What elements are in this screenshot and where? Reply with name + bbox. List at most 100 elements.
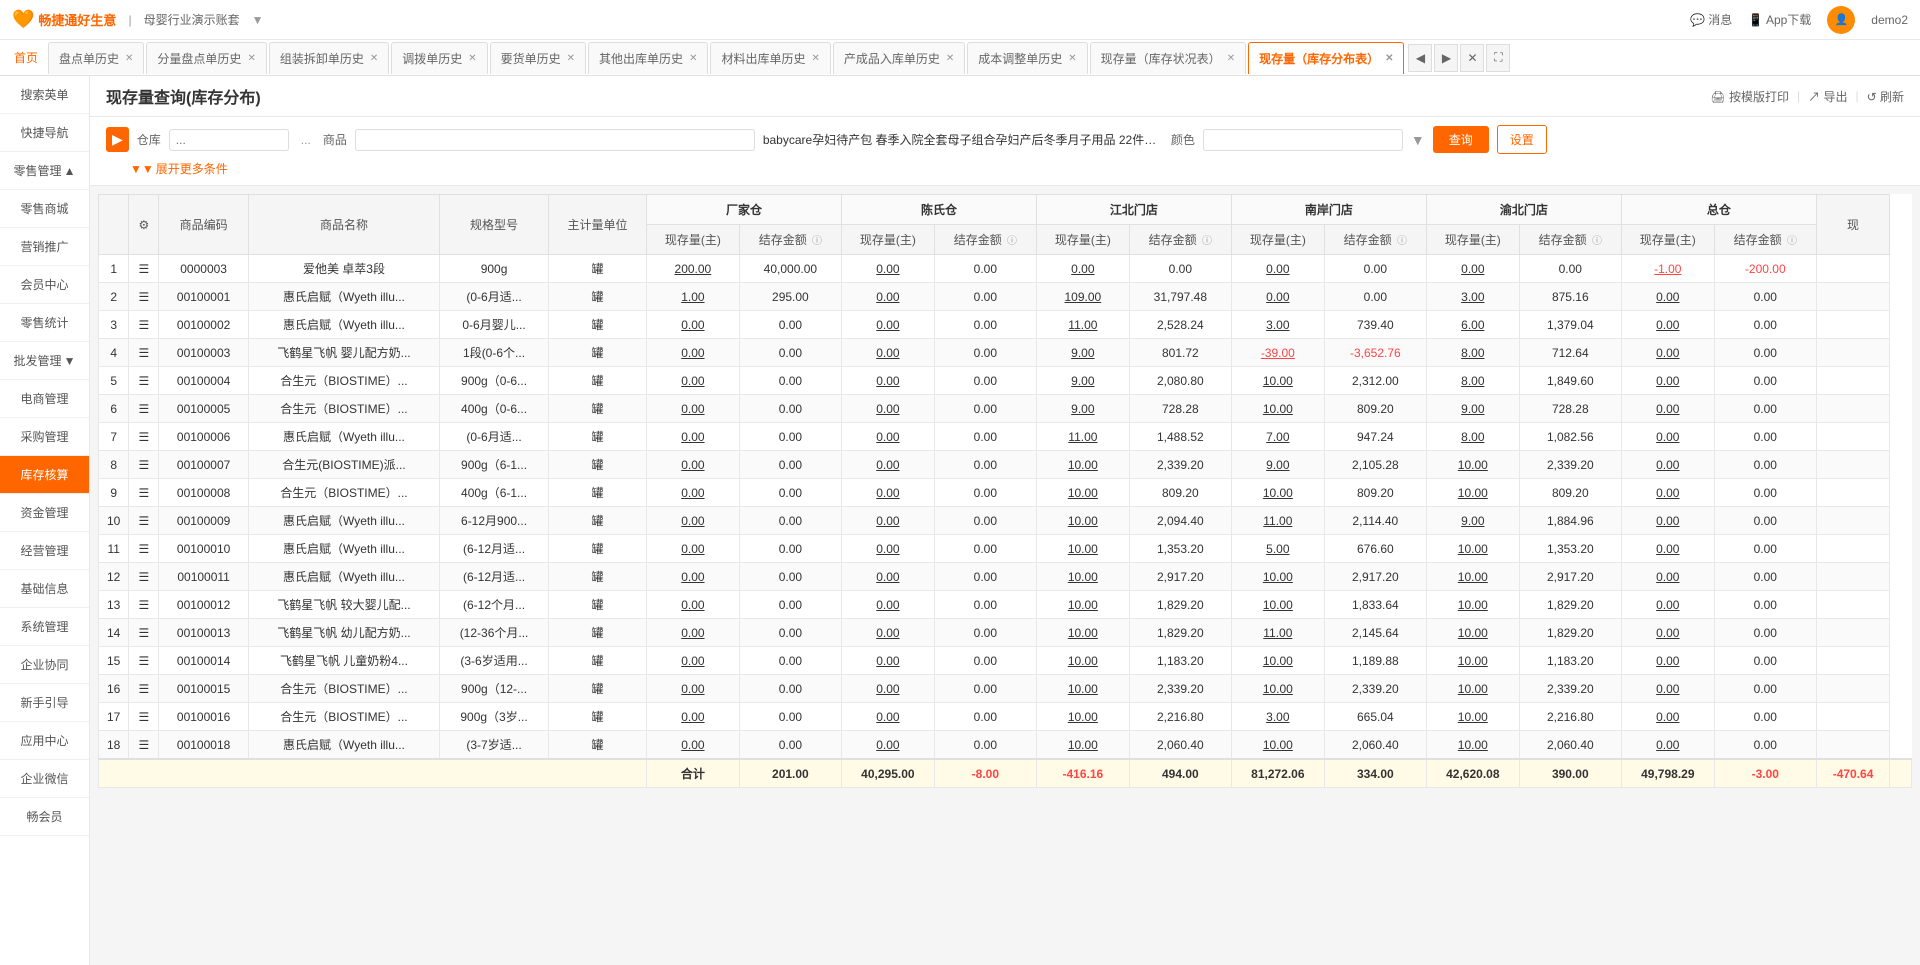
color-dropdown-btn[interactable]: ▼ [1411, 132, 1425, 148]
tab-close-cailiaochu[interactable]: ✕ [811, 53, 819, 64]
sidebar: 搜索英单 快捷导航 零售管理 ▲ 零售商城 营销推广 会员中心 零售统计 批发管… [0, 76, 90, 965]
goods-label: 商品 [323, 131, 347, 148]
table-row: 3☰00100002惠氏启赋（Wyeth illu...0-6月婴儿...罐0.… [99, 311, 1912, 339]
goods-value-display: babycare孕妇待产包 春季入院全套母子组合孕妇产后冬季月子用品 22件套 … [763, 131, 1163, 148]
sidebar-item-guide[interactable]: 新手引导 [0, 684, 89, 722]
sidebar-item-retail-mgmt[interactable]: 零售管理 ▲ [0, 152, 89, 190]
tab-close-chengpinru[interactable]: ✕ [946, 53, 954, 64]
th-chenshi-current: 现存量(主) [841, 225, 934, 255]
tab-home[interactable]: 首页 [4, 42, 48, 74]
row-gear[interactable]: ☰ [129, 591, 159, 619]
row-gear[interactable]: ☰ [129, 283, 159, 311]
tab-close-zuche[interactable]: ✕ [370, 53, 378, 64]
tab-chengpinru[interactable]: 产成品入库单历史 ✕ [833, 42, 965, 74]
sidebar-item-collab[interactable]: 企业协同 [0, 646, 89, 684]
row-gear[interactable]: ☰ [129, 507, 159, 535]
row-gear[interactable]: ☰ [129, 563, 159, 591]
tab-close-panding[interactable]: ✕ [125, 53, 133, 64]
sidebar-item-wholesale[interactable]: 批发管理 ▼ [0, 342, 89, 380]
total-row: 合计201.0040,295.00-8.00-416.16494.0081,27… [99, 759, 1912, 788]
tab-qita[interactable]: 其他出库单历史 ✕ [588, 42, 708, 74]
tab-close-all-btn[interactable]: ✕ [1460, 44, 1484, 72]
row-gear[interactable]: ☰ [129, 451, 159, 479]
app-btn[interactable]: 📱 App下载 [1748, 11, 1811, 28]
warehouse-label: 仓库 [137, 131, 161, 148]
row-gear[interactable]: ☰ [129, 255, 159, 283]
sidebar-item-retail-mall[interactable]: 零售商城 [0, 190, 89, 228]
tab-panding[interactable]: 盘点单历史 ✕ [48, 42, 144, 74]
sidebar-item-purchase[interactable]: 采购管理 [0, 418, 89, 456]
row-gear[interactable]: ☰ [129, 535, 159, 563]
table-container[interactable]: ⚙ 商品编码 商品名称 规格型号 主计量单位 厂家仓 陈氏仓 江北门店 南岸门店… [90, 186, 1920, 965]
setting-btn[interactable]: 设置 [1497, 125, 1547, 154]
sidebar-item-nav[interactable]: 快捷导航 [0, 114, 89, 152]
tab-fullscreen-btn[interactable]: ⛶ [1486, 44, 1510, 72]
sidebar-item-search[interactable]: 搜索英单 [0, 76, 89, 114]
table-row: 1☰0000003爱他美 卓萃3段900g罐200.0040,000.000.0… [99, 255, 1912, 283]
tab-close-chengtiaoz[interactable]: ✕ [1068, 53, 1076, 64]
refresh-btn[interactable]: ↺ 刷新 [1867, 88, 1904, 105]
sidebar-item-wechat[interactable]: 企业微信 [0, 760, 89, 798]
sidebar-item-system[interactable]: 系统管理 [0, 608, 89, 646]
row-gear[interactable]: ☰ [129, 339, 159, 367]
tab-zuche[interactable]: 组装拆卸单历史 ✕ [269, 42, 389, 74]
th-chenshi-amount: 结存金额 ⓘ [934, 225, 1036, 255]
top-bar-right: 💬 消息 📱 App下载 👤 demo2 [1690, 6, 1908, 34]
warehouse-input[interactable] [169, 129, 289, 151]
sidebar-item-inventory[interactable]: 库存核算 [0, 456, 89, 494]
tab-yaohuo[interactable]: 要货单历史 ✕ [490, 42, 586, 74]
sidebar-item-member2[interactable]: 畅会员 [0, 798, 89, 836]
table-row: 13☰00100012飞鹤星飞帆 较大婴儿配...(6-12个月...罐0.00… [99, 591, 1912, 619]
table-row: 8☰00100007合生元(BIOSTIME)派...900g（6-1...罐0… [99, 451, 1912, 479]
th-nanan: 南岸门店 [1231, 195, 1426, 225]
color-input[interactable] [1203, 129, 1403, 151]
print-btn[interactable]: 🖨 按模版打印 [1710, 88, 1789, 105]
tab-kucunzhuangkuang[interactable]: 现存量（库存状况表） ✕ [1090, 42, 1246, 74]
goods-input[interactable] [355, 129, 755, 151]
row-gear[interactable]: ☰ [129, 311, 159, 339]
sidebar-item-retail-stats[interactable]: 零售统计 [0, 304, 89, 342]
row-gear[interactable]: ☰ [129, 703, 159, 731]
th-nanan-current: 现存量(主) [1231, 225, 1324, 255]
table-body: 1☰0000003爱他美 卓萃3段900g罐200.0040,000.000.0… [99, 255, 1912, 788]
filter-collapse-btn[interactable]: ▶ [106, 127, 129, 152]
tab-diaopo[interactable]: 调拨单历史 ✕ [391, 42, 487, 74]
row-gear[interactable]: ☰ [129, 675, 159, 703]
sidebar-item-finance[interactable]: 资金管理 [0, 494, 89, 532]
tab-next-btn[interactable]: ▶ [1434, 44, 1458, 72]
row-gear[interactable]: ☰ [129, 619, 159, 647]
th-nanan-amount: 结存金额 ⓘ [1324, 225, 1426, 255]
th-spec: 规格型号 [440, 195, 549, 255]
row-gear[interactable]: ☰ [129, 731, 159, 760]
tab-close-qita[interactable]: ✕ [689, 53, 697, 64]
table-row: 5☰00100004合生元（BIOSTIME）...900g（0-6...罐0.… [99, 367, 1912, 395]
sidebar-item-basic[interactable]: 基础信息 [0, 570, 89, 608]
sidebar-item-ops[interactable]: 经营管理 [0, 532, 89, 570]
sidebar-item-ecommerce[interactable]: 电商管理 [0, 380, 89, 418]
expand-conditions-btn[interactable]: ▼▼ 展开更多条件 [130, 160, 228, 177]
tab-kucunfenbu[interactable]: 现存量（库存分布表） ✕ [1248, 42, 1404, 74]
tab-close-yaohuo[interactable]: ✕ [567, 53, 575, 64]
row-gear[interactable]: ☰ [129, 647, 159, 675]
tab-fenpanding[interactable]: 分量盘点单历史 ✕ [146, 42, 266, 74]
tab-chengtiaoz[interactable]: 成本调整单历史 ✕ [967, 42, 1087, 74]
export-btn[interactable]: ↗ 导出 [1808, 88, 1847, 105]
row-gear[interactable]: ☰ [129, 367, 159, 395]
tab-prev-btn[interactable]: ◀ [1408, 44, 1432, 72]
th-unit: 主计量单位 [549, 195, 647, 255]
tab-close-diaopo[interactable]: ✕ [468, 53, 476, 64]
th-rownum [99, 195, 129, 255]
sidebar-item-marketing[interactable]: 营销推广 [0, 228, 89, 266]
row-gear[interactable]: ☰ [129, 395, 159, 423]
row-gear[interactable]: ☰ [129, 479, 159, 507]
search-btn[interactable]: 查询 [1433, 126, 1489, 153]
msg-btn[interactable]: 💬 消息 [1690, 11, 1732, 28]
tab-cailiaochu[interactable]: 材料出库单历史 ✕ [710, 42, 830, 74]
subtitle: 母婴行业演示账套 [144, 11, 240, 28]
tab-close-kucunfenbu[interactable]: ✕ [1385, 53, 1393, 64]
tab-close-kucunzhuangkuang[interactable]: ✕ [1227, 53, 1235, 64]
sidebar-item-app-center[interactable]: 应用中心 [0, 722, 89, 760]
sidebar-item-member[interactable]: 会员中心 [0, 266, 89, 304]
row-gear[interactable]: ☰ [129, 423, 159, 451]
tab-close-fenpanding[interactable]: ✕ [247, 53, 255, 64]
